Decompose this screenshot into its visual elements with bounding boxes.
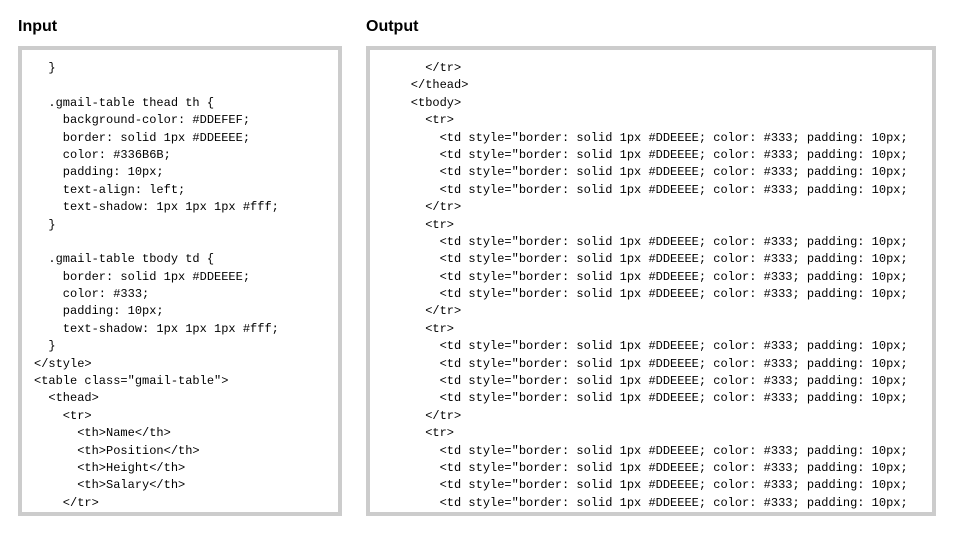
two-column-layout: Input } .gmail-table thead th { backgrou… bbox=[18, 18, 939, 516]
input-column: Input } .gmail-table thead th { backgrou… bbox=[18, 18, 342, 516]
input-heading: Input bbox=[18, 18, 342, 36]
output-code-block: </tr> </thead> <tbody> <tr> <td style="b… bbox=[366, 46, 936, 516]
output-column: Output </tr> </thead> <tbody> <tr> <td s… bbox=[366, 18, 936, 516]
input-code-block: } .gmail-table thead th { background-col… bbox=[18, 46, 342, 516]
output-heading: Output bbox=[366, 18, 936, 36]
